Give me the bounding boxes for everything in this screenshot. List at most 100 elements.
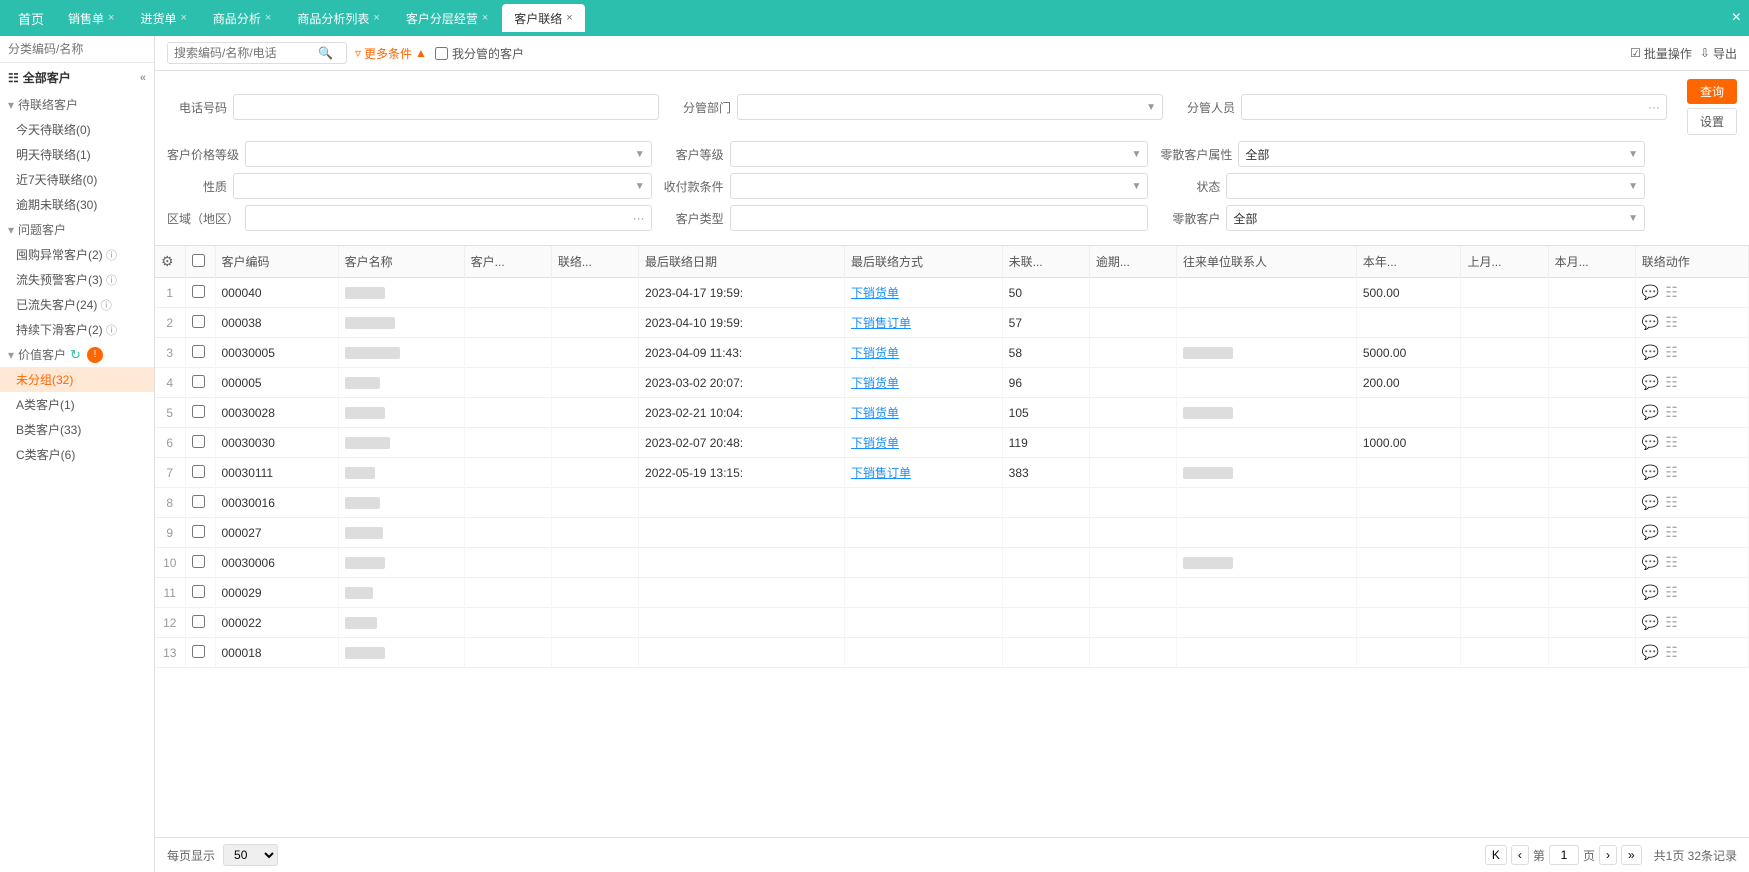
message-action-icon[interactable]: 💬 [1642, 344, 1659, 361]
cell-check[interactable] [185, 518, 215, 548]
cell-check[interactable] [185, 608, 215, 638]
collapse-sidebar-icon[interactable]: « [140, 72, 146, 84]
message-action-icon[interactable]: 💬 [1642, 584, 1659, 601]
sidebar-group-problem[interactable]: ▾ 问题客户 [0, 217, 154, 242]
filter-dept-input[interactable]: ▼ [737, 94, 1163, 120]
more-action-icon[interactable]: ☷ [1665, 404, 1678, 421]
tab-customer-contact[interactable]: 客户联络 × [502, 4, 584, 32]
message-action-icon[interactable]: 💬 [1642, 494, 1659, 511]
cell-last-method[interactable] [845, 578, 1003, 608]
tab-product-analysis[interactable]: 商品分析 × [201, 4, 283, 32]
sidebar-search-input[interactable] [8, 42, 155, 56]
sidebar-item-class-a[interactable]: A类客户(1) [0, 392, 154, 417]
sidebar-item-class-c[interactable]: C类客户(6) [0, 442, 154, 467]
message-action-icon[interactable]: 💬 [1642, 614, 1659, 631]
my-customers-checkbox-area[interactable]: 我分管的客户 [435, 45, 524, 62]
message-action-icon[interactable]: 💬 [1642, 464, 1659, 481]
message-action-icon[interactable]: 💬 [1642, 314, 1659, 331]
more-action-icon[interactable]: ☷ [1665, 614, 1678, 631]
more-action-icon[interactable]: ☷ [1665, 284, 1678, 301]
more-action-icon[interactable]: ☷ [1665, 524, 1678, 541]
row-checkbox[interactable] [192, 495, 205, 508]
sidebar-item-abnormal[interactable]: 囤购异常客户(2) ⓘ [0, 242, 154, 267]
th-checkbox[interactable] [185, 246, 215, 278]
message-action-icon[interactable]: 💬 [1642, 434, 1659, 451]
cell-last-method[interactable] [845, 638, 1003, 668]
my-customers-checkbox[interactable] [435, 47, 448, 60]
more-action-icon[interactable]: ☷ [1665, 374, 1678, 391]
last-page-btn[interactable]: » [1621, 845, 1642, 865]
more-action-icon[interactable]: ☷ [1665, 434, 1678, 451]
window-close-button[interactable]: × [1732, 9, 1741, 27]
row-checkbox[interactable] [192, 555, 205, 568]
filter-customer-level-input[interactable]: ▼ [730, 141, 1149, 167]
row-checkbox[interactable] [192, 585, 205, 598]
filter-payment-input[interactable]: ▼ [730, 173, 1149, 199]
page-size-select[interactable]: 50 100 200 [223, 844, 278, 866]
filter-retail-customer-input[interactable]: 全部 ▼ [1226, 205, 1645, 231]
reset-button[interactable]: 设置 [1687, 108, 1737, 135]
tab-product-list[interactable]: 商品分析列表 × [285, 4, 391, 32]
cell-last-method[interactable]: 下销货单 [845, 368, 1003, 398]
contact-method-link[interactable]: 下销售订单 [851, 316, 911, 330]
cell-check[interactable] [185, 548, 215, 578]
query-button[interactable]: 查询 [1687, 79, 1737, 104]
sidebar-item-tomorrow[interactable]: 明天待联络(1) [0, 142, 154, 167]
th-settings[interactable]: ⚙ [155, 246, 185, 278]
row-checkbox[interactable] [192, 435, 205, 448]
sidebar-item-week[interactable]: 近7天待联络(0) [0, 167, 154, 192]
message-action-icon[interactable]: 💬 [1642, 284, 1659, 301]
sidebar-item-class-b[interactable]: B类客户(33) [0, 417, 154, 442]
cell-last-method[interactable] [845, 608, 1003, 638]
contact-method-link[interactable]: 下销货单 [851, 406, 899, 420]
filter-customer-type-input[interactable] [730, 205, 1149, 231]
close-product-list-icon[interactable]: × [373, 12, 379, 24]
filter-price-level-input[interactable]: ▼ [245, 141, 652, 167]
row-checkbox[interactable] [192, 285, 205, 298]
filter-phone-input[interactable] [233, 94, 659, 120]
cell-last-method[interactable]: 下销货单 [845, 338, 1003, 368]
cell-check[interactable] [185, 308, 215, 338]
contact-method-link[interactable]: 下销货单 [851, 436, 899, 450]
cell-check[interactable] [185, 428, 215, 458]
row-checkbox[interactable] [192, 345, 205, 358]
batch-operation-btn[interactable]: ☑ 批量操作 [1630, 45, 1692, 62]
message-action-icon[interactable]: 💬 [1642, 554, 1659, 571]
row-checkbox[interactable] [192, 645, 205, 658]
cell-check[interactable] [185, 488, 215, 518]
close-customer-segment-icon[interactable]: × [482, 12, 488, 24]
cell-check[interactable] [185, 338, 215, 368]
tab-sales[interactable]: 销售单 × [56, 4, 126, 32]
contact-method-link[interactable]: 下销售订单 [851, 466, 911, 480]
main-search-input[interactable] [174, 46, 314, 60]
page-number-input[interactable] [1549, 845, 1579, 865]
sidebar-group-pending[interactable]: ▾ 待联络客户 [0, 92, 154, 117]
message-action-icon[interactable]: 💬 [1642, 524, 1659, 541]
main-search-icon[interactable]: 🔍 [318, 46, 333, 60]
more-action-icon[interactable]: ☷ [1665, 584, 1678, 601]
more-action-icon[interactable]: ☷ [1665, 464, 1678, 481]
cell-last-method[interactable] [845, 488, 1003, 518]
settings-gear-icon[interactable]: ⚙ [161, 253, 174, 269]
message-action-icon[interactable]: 💬 [1642, 644, 1659, 661]
cell-check[interactable] [185, 398, 215, 428]
tab-customer-segment[interactable]: 客户分层经营 × [394, 4, 500, 32]
cell-last-method[interactable] [845, 548, 1003, 578]
sidebar-item-ungroup[interactable]: 未分组(32) [0, 367, 154, 392]
cell-last-method[interactable]: 下销货单 [845, 428, 1003, 458]
first-page-btn[interactable]: K [1485, 845, 1507, 865]
message-action-icon[interactable]: 💬 [1642, 374, 1659, 391]
cell-last-method[interactable] [845, 518, 1003, 548]
more-action-icon[interactable]: ☷ [1665, 644, 1678, 661]
more-action-icon[interactable]: ☷ [1665, 344, 1678, 361]
sidebar-item-overdue[interactable]: 逾期未联络(30) [0, 192, 154, 217]
contact-method-link[interactable]: 下销货单 [851, 376, 899, 390]
row-checkbox[interactable] [192, 315, 205, 328]
cell-check[interactable] [185, 578, 215, 608]
more-action-icon[interactable]: ☷ [1665, 494, 1678, 511]
filter-retail-attr-input[interactable]: 全部 ▼ [1238, 141, 1645, 167]
contact-method-link[interactable]: 下销货单 [851, 346, 899, 360]
refresh-icon[interactable]: ↻ [70, 347, 81, 363]
next-page-btn[interactable]: › [1599, 845, 1617, 865]
all-customers-header[interactable]: ☷ 全部客户 « [0, 63, 154, 92]
